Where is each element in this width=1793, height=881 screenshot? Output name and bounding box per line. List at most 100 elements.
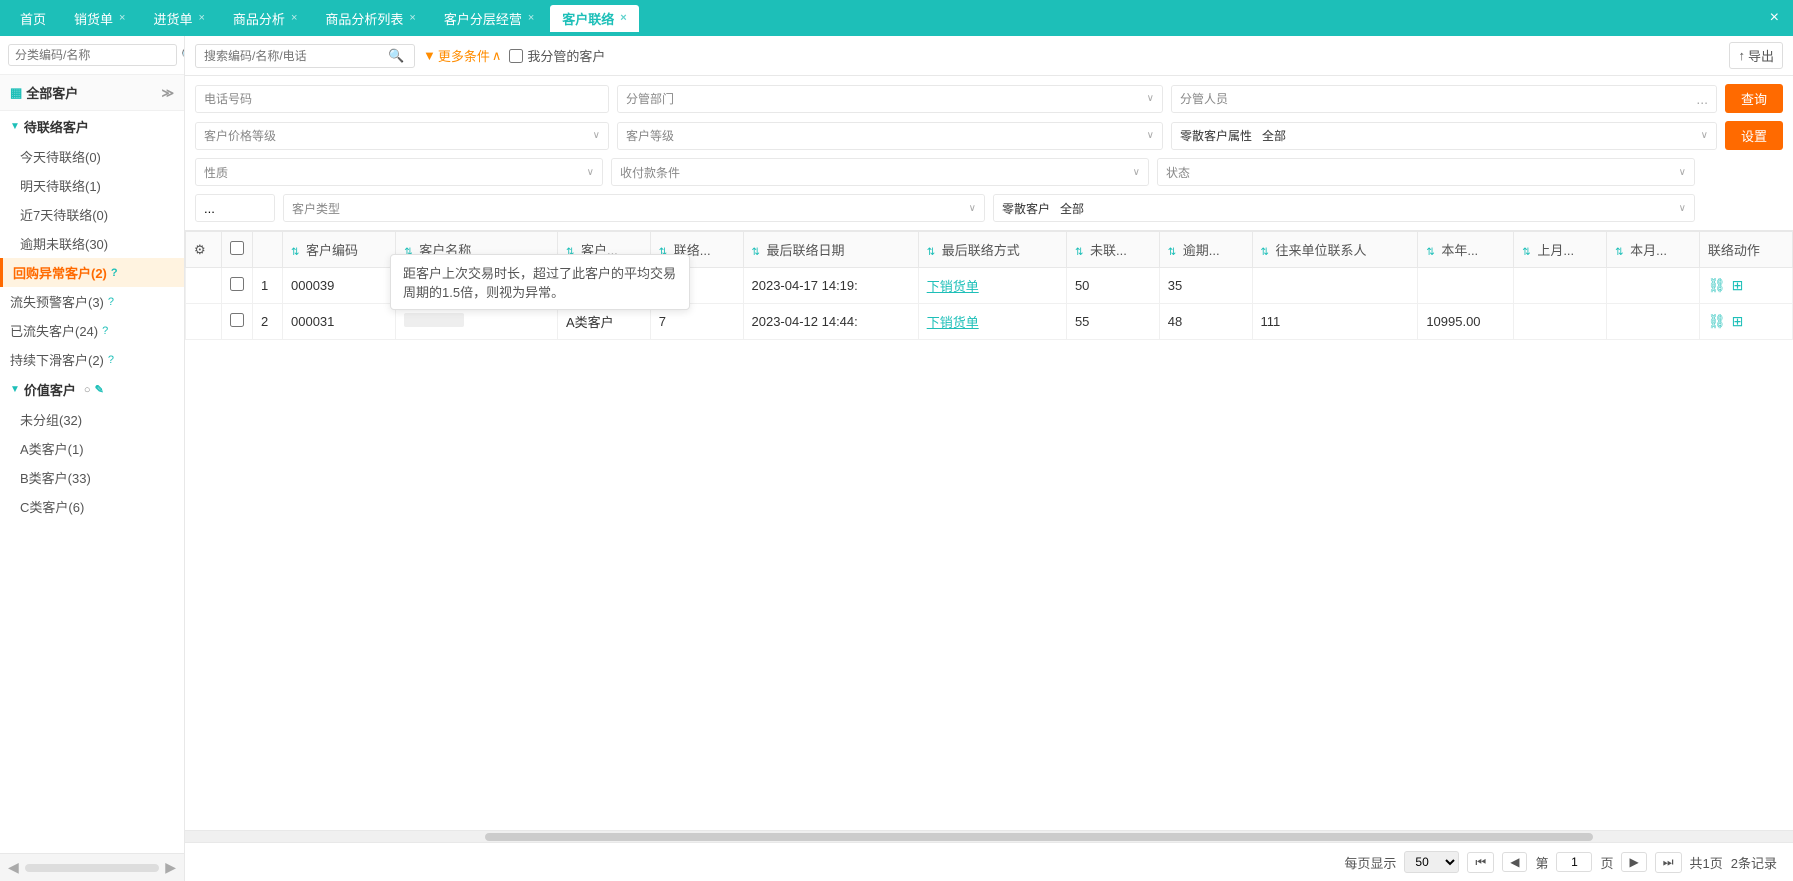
filter-phone: 电话号码 xyxy=(195,85,609,113)
select-all-checkbox[interactable] xyxy=(230,241,244,255)
next-page-button[interactable]: ▶ xyxy=(1621,852,1646,872)
scrollbar-thumb[interactable] xyxy=(485,833,1593,841)
value-customer-edit-icon[interactable]: ✎ xyxy=(95,383,104,396)
row1-select-checkbox[interactable] xyxy=(230,277,244,291)
tab-customer-tier[interactable]: 客户分层经营 × xyxy=(432,5,546,32)
col-last-contact-method[interactable]: ⇅ 最后联络方式 xyxy=(918,232,1066,268)
total-records-label: 2条记录 xyxy=(1731,853,1777,872)
col-unit-contact[interactable]: ⇅ 往来单位联系人 xyxy=(1252,232,1418,268)
sidebar-collapse-btn[interactable]: ≫ xyxy=(161,86,174,100)
row1-settings xyxy=(186,268,222,304)
sidebar-item-overdue-pending[interactable]: 逾期未联络(30) xyxy=(0,229,184,258)
export-button[interactable]: ↑ 导出 xyxy=(1729,42,1783,69)
tab-purchase-close[interactable]: × xyxy=(198,12,204,24)
chevron-up-icon: ∧ xyxy=(492,48,502,64)
my-customers-checkbox[interactable] xyxy=(509,49,523,63)
col-last-contact-date[interactable]: ⇅ 最后联络日期 xyxy=(743,232,918,268)
retail-attr-value: 全部 xyxy=(1262,127,1286,144)
col-code[interactable]: ⇅ 客户编码 xyxy=(283,232,396,268)
row1-grid-icon[interactable]: ⊞ xyxy=(1732,277,1744,294)
sidebar-right-arrow[interactable]: ▶ xyxy=(165,859,176,876)
row1-last-method[interactable]: 下销货单 xyxy=(918,268,1066,304)
col-unit-contact-label: 往来单位联系人 xyxy=(1276,243,1367,258)
last-month-sort-icon: ⇅ xyxy=(1522,247,1530,258)
sidebar-left-arrow[interactable]: ◀ xyxy=(8,859,19,876)
sidebar-all-customers-label: 全部客户 xyxy=(26,83,78,102)
sidebar-item-today-pending-label: 今天待联络(0) xyxy=(20,147,101,166)
prev-page-button[interactable]: ◀ xyxy=(1502,852,1527,872)
col-settings[interactable]: ⚙ xyxy=(186,232,222,268)
tab-sales-close[interactable]: × xyxy=(119,12,125,24)
payment-label: 收付款条件 xyxy=(620,164,680,181)
col-this-year[interactable]: ⇅ 本年... xyxy=(1418,232,1514,268)
tab-home[interactable]: 首页 xyxy=(8,5,58,32)
value-customer-circle-icon: ○ xyxy=(84,384,91,396)
tab-sales[interactable]: 销货单 × xyxy=(62,5,137,32)
sidebar-item-7days-pending[interactable]: 近7天待联络(0) xyxy=(0,200,184,229)
row1-last-method-link[interactable]: 下销货单 xyxy=(927,279,979,294)
sidebar-item-already-lost[interactable]: 已流失客户(24) ? xyxy=(0,316,184,345)
col-last-month-label: 上月... xyxy=(1537,243,1574,258)
first-page-button[interactable]: ⏮ xyxy=(1467,852,1494,873)
retail-attr-label: 零散客户属性 xyxy=(1180,127,1252,144)
tab-product-analysis[interactable]: 商品分析 × xyxy=(221,5,309,32)
tab-customer-contact[interactable]: 客户联络 × xyxy=(550,5,638,32)
my-customers-label: 我分管的客户 xyxy=(527,46,605,65)
pagination-bar: 每页显示 50 100 200 ⏮ ◀ 第 页 ▶ ⏭ 共1页 2条记录 xyxy=(185,842,1793,881)
tab-product-analysis-label: 商品分析 xyxy=(233,9,285,28)
row1-link-icon[interactable]: ⛓ xyxy=(1708,277,1726,294)
row2-link-icon[interactable]: ⛓ xyxy=(1708,313,1726,330)
sidebar-item-b-class[interactable]: B类客户(33) xyxy=(0,463,184,492)
tab-purchase[interactable]: 进货单 × xyxy=(141,5,216,32)
horizontal-scrollbar[interactable] xyxy=(185,830,1793,842)
col-not-contacted[interactable]: ⇅ 未联... xyxy=(1066,232,1159,268)
sidebar-item-lost-prediction[interactable]: 流失预警客户(3) ? xyxy=(0,287,184,316)
sidebar-item-c-class[interactable]: C类客户(6) xyxy=(0,492,184,521)
col-overdue[interactable]: ⇅ 逾期... xyxy=(1159,232,1252,268)
col-this-month[interactable]: ⇅ 本月... xyxy=(1607,232,1700,268)
close-all-button[interactable]: × xyxy=(1764,7,1785,29)
sidebar-value-customer-group[interactable]: ▼ 价值客户 ○ ✎ xyxy=(0,374,184,405)
sidebar-item-repurchase-abnormal[interactable]: 回购异常客户(2) ? xyxy=(0,258,184,287)
tab-product-list[interactable]: 商品分析列表 × xyxy=(313,5,427,32)
sidebar-search-input[interactable] xyxy=(8,44,177,66)
sidebar-item-unclassified[interactable]: 未分组(32) xyxy=(0,405,184,434)
more-conditions-button[interactable]: ▼ 更多条件 ∧ xyxy=(423,46,501,65)
top-nav: 首页 销货单 × 进货单 × 商品分析 × 商品分析列表 × 客户分层经营 × … xyxy=(0,0,1793,36)
query-button[interactable]: 查询 xyxy=(1725,84,1783,113)
manager-dots-icon[interactable]: ... xyxy=(1696,91,1708,107)
per-page-select[interactable]: 50 100 200 xyxy=(1404,851,1459,873)
tab-customer-contact-close[interactable]: × xyxy=(620,12,626,24)
row2-last-method-link[interactable]: 下销货单 xyxy=(927,315,979,330)
tab-product-analysis-close[interactable]: × xyxy=(291,12,297,24)
settings-button[interactable]: 设置 xyxy=(1725,121,1783,150)
row1-checkbox xyxy=(222,268,253,304)
sidebar-all-customers-header[interactable]: ▦ 全部客户 ≫ xyxy=(0,75,184,111)
filter-payment: 收付款条件 ∨ xyxy=(611,158,1149,186)
col-last-month[interactable]: ⇅ 上月... xyxy=(1514,232,1607,268)
last-method-sort-icon: ⇅ xyxy=(927,247,935,258)
last-page-button[interactable]: ⏭ xyxy=(1655,852,1682,873)
sidebar-pending-contact-section[interactable]: ▼ 待联络客户 xyxy=(0,111,184,142)
tab-customer-tier-close[interactable]: × xyxy=(528,12,534,24)
search-icon[interactable]: 🔍 xyxy=(388,48,404,64)
current-page-input[interactable] xyxy=(1556,852,1592,872)
status-chevron-icon: ∨ xyxy=(1679,167,1686,178)
sidebar-item-today-pending[interactable]: 今天待联络(0) xyxy=(0,142,184,171)
row2-last-date: 2023-04-12 14:44: xyxy=(743,304,918,340)
row2-contact-action: ⛓ ⊞ xyxy=(1699,304,1792,340)
settings-icon[interactable]: ⚙ xyxy=(194,242,206,257)
sidebar-item-tomorrow-pending[interactable]: 明天待联络(1) xyxy=(0,171,184,200)
row2-select-checkbox[interactable] xyxy=(230,313,244,327)
sidebar-item-a-class[interactable]: A类客户(1) xyxy=(0,434,184,463)
row2-grid-icon[interactable]: ⊞ xyxy=(1732,313,1744,330)
sidebar-item-continuing-decline[interactable]: 持续下滑客户(2) ? xyxy=(0,345,184,374)
tab-customer-contact-label: 客户联络 xyxy=(562,9,614,28)
row2-this-year: 10995.00 xyxy=(1418,304,1514,340)
search-input[interactable] xyxy=(204,49,384,63)
value-customer-arrow-icon: ▼ xyxy=(10,384,20,395)
last-date-sort-icon: ⇅ xyxy=(752,247,760,258)
retail-customer-value: 全部 xyxy=(1060,200,1084,217)
row2-last-method[interactable]: 下销货单 xyxy=(918,304,1066,340)
tab-product-list-close[interactable]: × xyxy=(409,12,415,24)
